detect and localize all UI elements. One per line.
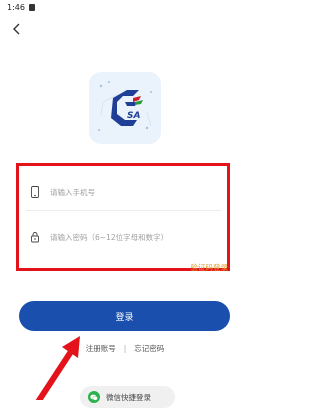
register-link[interactable]: 注册账号 <box>86 343 116 354</box>
chevron-left-icon <box>13 23 20 35</box>
account-links: 注册账号 | 忘记密码 <box>0 343 250 354</box>
logo-text: SA <box>127 111 140 121</box>
password-field[interactable] <box>30 226 225 248</box>
status-time: 1:46 <box>7 2 25 12</box>
wechat-icon <box>88 391 100 403</box>
phone-field[interactable] <box>30 181 225 203</box>
form-highlight-box <box>16 163 230 271</box>
forgot-password-link[interactable]: 忘记密码 <box>134 343 164 354</box>
password-input[interactable] <box>50 232 215 242</box>
phone-input[interactable] <box>50 187 215 197</box>
phone-divider <box>26 210 221 211</box>
wechat-login-button[interactable]: 微信快捷登录 <box>80 386 175 408</box>
lock-icon <box>31 232 39 243</box>
phone-icon <box>31 186 39 198</box>
app-logo: SA <box>89 72 161 144</box>
back-button[interactable] <box>10 22 24 36</box>
notification-icon <box>28 3 35 11</box>
login-button[interactable]: 登录 <box>19 301 230 331</box>
sms-login-link[interactable]: 验证码登录 <box>191 262 229 273</box>
links-separator: | <box>123 344 127 353</box>
wechat-login-label: 微信快捷登录 <box>106 392 151 402</box>
status-bar: 1:46 <box>0 0 250 14</box>
csa-logo-icon: SA <box>98 81 152 131</box>
